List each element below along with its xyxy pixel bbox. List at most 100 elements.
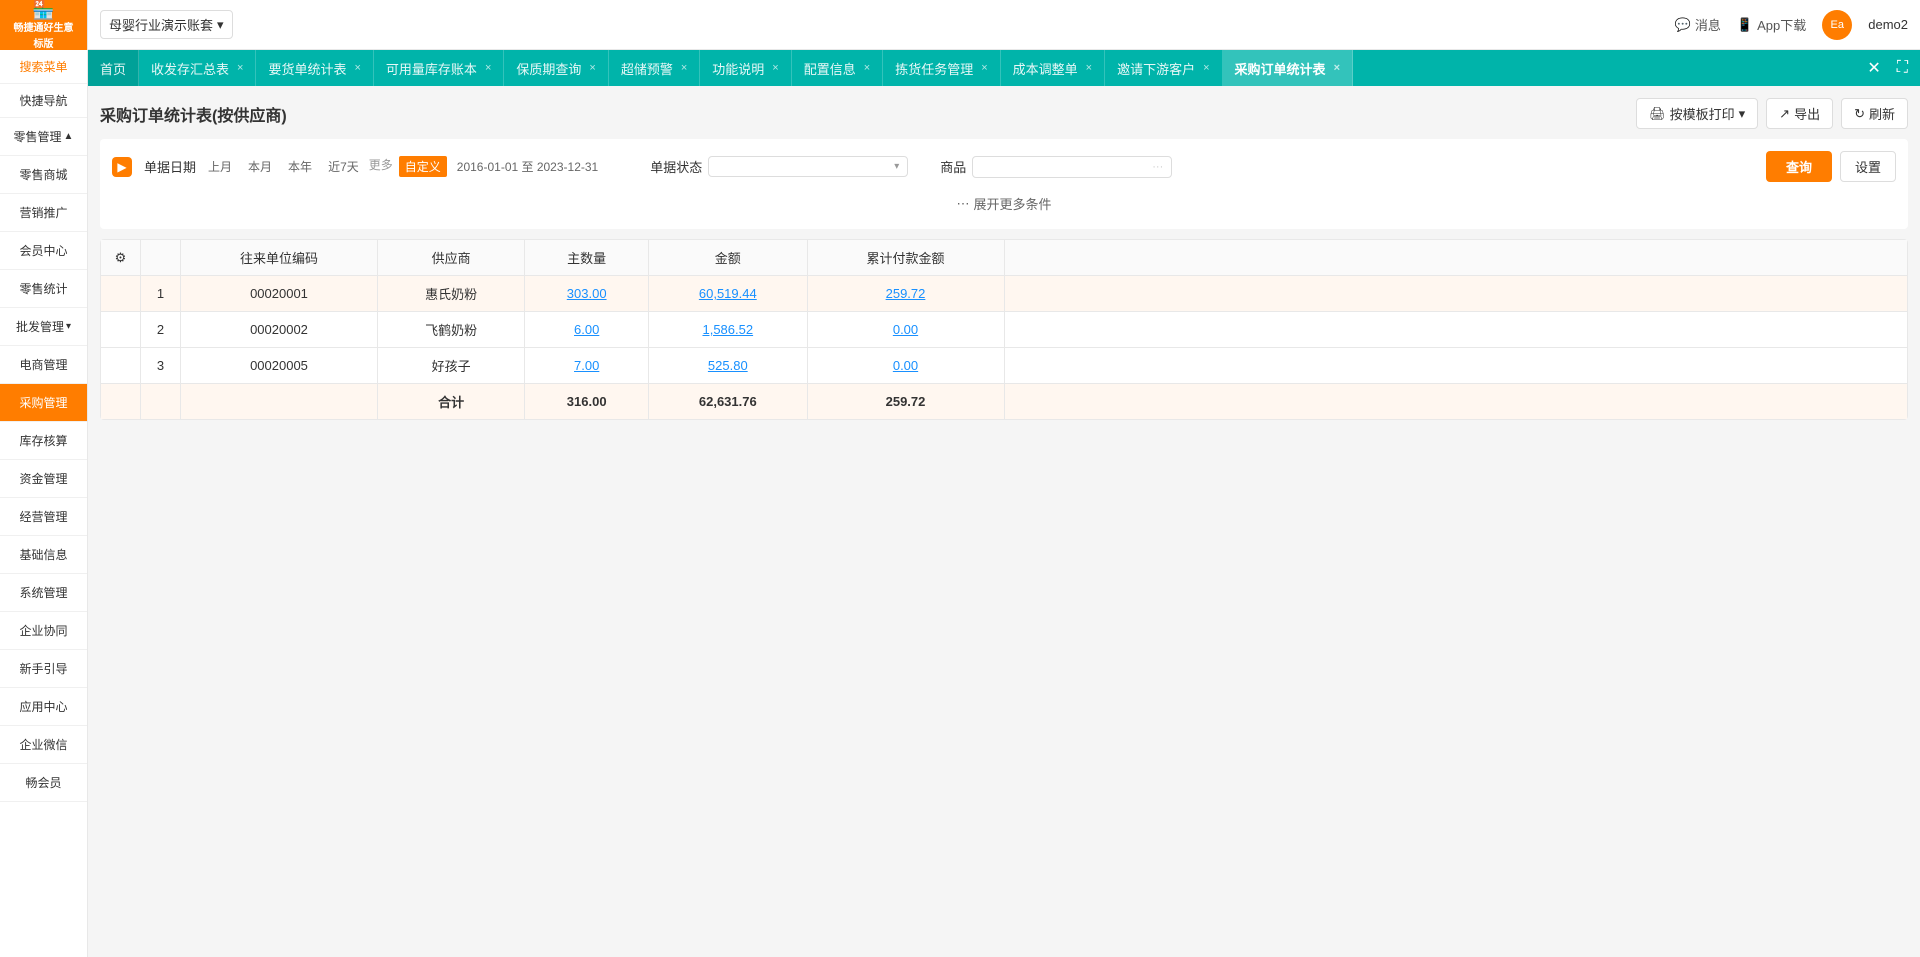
overstock-close-icon[interactable]: × xyxy=(681,62,687,74)
row1-paid-amount[interactable]: 259.72 xyxy=(807,276,1004,312)
user-avatar[interactable]: Ea xyxy=(1822,10,1852,40)
tab-config-info[interactable]: 配置信息 × xyxy=(792,50,883,86)
table-row: 1 00020001 惠氏奶粉 303.00 60,519.44 259.72 xyxy=(101,276,1908,312)
footer-unit-code xyxy=(181,384,378,420)
sidebar-item-basic[interactable]: 基础信息 xyxy=(0,536,87,574)
row1-main-qty[interactable]: 303.00 xyxy=(525,276,649,312)
sidebar-item-app-center[interactable]: 应用中心 xyxy=(0,688,87,726)
row1-supplier: 惠氏奶粉 xyxy=(377,276,524,312)
tab-purchase-stats[interactable]: 采购订单统计表 × xyxy=(1223,50,1353,86)
workspace-label: 母婴行业演示账套 xyxy=(109,15,213,34)
row3-paid-amount[interactable]: 0.00 xyxy=(807,348,1004,384)
table-header-row: ⚙ 往来单位编码 供应商 主数量 金额 累计付款金额 xyxy=(101,240,1908,276)
app-download-btn[interactable]: 📱 App下载 xyxy=(1737,15,1806,34)
row1-extra xyxy=(1004,276,1908,312)
status-select[interactable]: ▾ xyxy=(708,156,908,177)
nav-close-icon[interactable]: ✕ xyxy=(1863,56,1884,80)
sidebar-item-inventory[interactable]: 库存核算 xyxy=(0,422,87,460)
col-settings[interactable]: ⚙ xyxy=(101,240,141,276)
sidebar-item-ecommerce[interactable]: 电商管理 xyxy=(0,346,87,384)
row1-num: 1 xyxy=(141,276,181,312)
cost-adjust-close-icon[interactable]: × xyxy=(1086,62,1092,74)
tab-invite-downstream[interactable]: 邀请下游客户 × xyxy=(1105,50,1222,86)
goods-input[interactable]: ··· xyxy=(972,156,1172,178)
shelf-life-close-icon[interactable]: × xyxy=(589,62,595,74)
expand-filter-btn[interactable]: ⋯ 展开更多条件 xyxy=(112,190,1896,217)
shortcut-this-month[interactable]: 本月 xyxy=(242,156,278,177)
export-label: 导出 xyxy=(1794,104,1820,123)
sidebar-item-collab[interactable]: 企业协同 xyxy=(0,612,87,650)
row2-paid-amount[interactable]: 0.00 xyxy=(807,312,1004,348)
sidebar-item-retail[interactable]: 零售管理 ▲ xyxy=(0,118,87,156)
row2-amount[interactable]: 1,586.52 xyxy=(649,312,807,348)
collect-pay-close-icon[interactable]: × xyxy=(237,62,243,74)
quick-nav[interactable]: 快捷导航 xyxy=(0,84,87,118)
sidebar-item-finance[interactable]: 资金管理 xyxy=(0,460,87,498)
workspace-selector[interactable]: 母婴行业演示账套 ▾ xyxy=(100,10,233,39)
footer-settings xyxy=(101,384,141,420)
available-stock-close-icon[interactable]: × xyxy=(485,62,491,74)
status-select-arrow-icon: ▾ xyxy=(894,161,899,172)
tab-goods-stats[interactable]: 要货单统计表 × xyxy=(256,50,373,86)
username-label[interactable]: demo2 xyxy=(1868,17,1908,32)
retail-arrow-icon: ▲ xyxy=(64,131,74,142)
tab-cost-adjust[interactable]: 成本调整单 × xyxy=(1001,50,1105,86)
main-area: 母婴行业演示账套 ▾ 💬 消息 📱 App下载 Ea demo2 首页 收发存汇… xyxy=(88,0,1920,957)
sidebar-item-wechat[interactable]: 企业微信 xyxy=(0,726,87,764)
sidebar-item-newbie[interactable]: 新手引导 xyxy=(0,650,87,688)
wholesale-arrow-icon: ▾ xyxy=(66,321,71,332)
settings-btn[interactable]: 设置 xyxy=(1840,151,1896,182)
sidebar-item-marketing[interactable]: 营销推广 xyxy=(0,194,87,232)
row2-main-qty[interactable]: 6.00 xyxy=(525,312,649,348)
shortcut-last-month[interactable]: 上月 xyxy=(202,156,238,177)
goods-stats-close-icon[interactable]: × xyxy=(354,62,360,74)
logo-icon: 🏪 xyxy=(32,0,54,21)
footer-num xyxy=(141,384,181,420)
sidebar-item-purchase[interactable]: 采购管理 xyxy=(0,384,87,422)
tab-home[interactable]: 首页 xyxy=(88,50,139,86)
page-title: 采购订单统计表(按供应商) xyxy=(100,102,287,126)
refresh-btn[interactable]: ↻ 刷新 xyxy=(1841,98,1908,129)
nav-tabs: 首页 收发存汇总表 × 要货单统计表 × 可用量库存账本 × 保质期查询 × 超… xyxy=(88,50,1920,86)
tab-collect-pay[interactable]: 收发存汇总表 × xyxy=(139,50,256,86)
print-btn[interactable]: 🖨 按模板打印 ▾ xyxy=(1636,98,1758,129)
sidebar-wholesale-label: 批发管理 xyxy=(16,318,64,335)
tab-available-stock[interactable]: 可用量库存账本 × xyxy=(374,50,504,86)
date-custom-badge[interactable]: 自定义 xyxy=(399,156,447,177)
filter-toggle-btn[interactable]: ▶ xyxy=(112,157,132,177)
col-row-num xyxy=(141,240,181,276)
shortcut-this-year[interactable]: 本年 xyxy=(282,156,318,177)
row3-amount[interactable]: 525.80 xyxy=(649,348,807,384)
nav-maximize-icon[interactable]: ⛶ xyxy=(1893,57,1912,79)
sidebar-item-wholesale[interactable]: 批发管理 ▾ xyxy=(0,308,87,346)
msg-btn[interactable]: 💬 消息 xyxy=(1675,15,1721,34)
func-desc-label: 功能说明 xyxy=(712,59,764,78)
sidebar-item-vip[interactable]: 畅会员 xyxy=(0,764,87,802)
tab-pick-task[interactable]: 拣货任务管理 × xyxy=(883,50,1000,86)
invite-downstream-close-icon[interactable]: × xyxy=(1203,62,1209,74)
row1-amount[interactable]: 60,519.44 xyxy=(649,276,807,312)
available-stock-label: 可用量库存账本 xyxy=(386,59,477,78)
tab-func-desc[interactable]: 功能说明 × xyxy=(700,50,791,86)
func-desc-close-icon[interactable]: × xyxy=(772,62,778,74)
tab-shelf-life[interactable]: 保质期查询 × xyxy=(504,50,608,86)
row3-main-qty[interactable]: 7.00 xyxy=(525,348,649,384)
sidebar-item-member[interactable]: 会员中心 xyxy=(0,232,87,270)
search-menu[interactable]: 搜索菜单 xyxy=(0,50,87,84)
purchase-stats-close-icon[interactable]: × xyxy=(1334,62,1340,74)
shortcut-more[interactable]: 更多 xyxy=(369,156,393,177)
sidebar-item-retail-mall[interactable]: 零售商城 xyxy=(0,156,87,194)
sidebar-item-system[interactable]: 系统管理 xyxy=(0,574,87,612)
filter-actions: 查询 设置 xyxy=(1766,151,1896,182)
export-btn[interactable]: ↗ 导出 xyxy=(1766,98,1833,129)
shortcut-7days[interactable]: 近7天 xyxy=(322,156,365,177)
footer-main-qty: 316.00 xyxy=(525,384,649,420)
sidebar-item-ops[interactable]: 经营管理 xyxy=(0,498,87,536)
query-btn[interactable]: 查询 xyxy=(1766,151,1832,182)
config-info-close-icon[interactable]: × xyxy=(864,62,870,74)
tab-overstock[interactable]: 超储预警 × xyxy=(609,50,700,86)
pick-task-close-icon[interactable]: × xyxy=(981,62,987,74)
footer-extra xyxy=(1004,384,1908,420)
sidebar-item-retail-stats[interactable]: 零售统计 xyxy=(0,270,87,308)
col-main-qty: 主数量 xyxy=(525,240,649,276)
